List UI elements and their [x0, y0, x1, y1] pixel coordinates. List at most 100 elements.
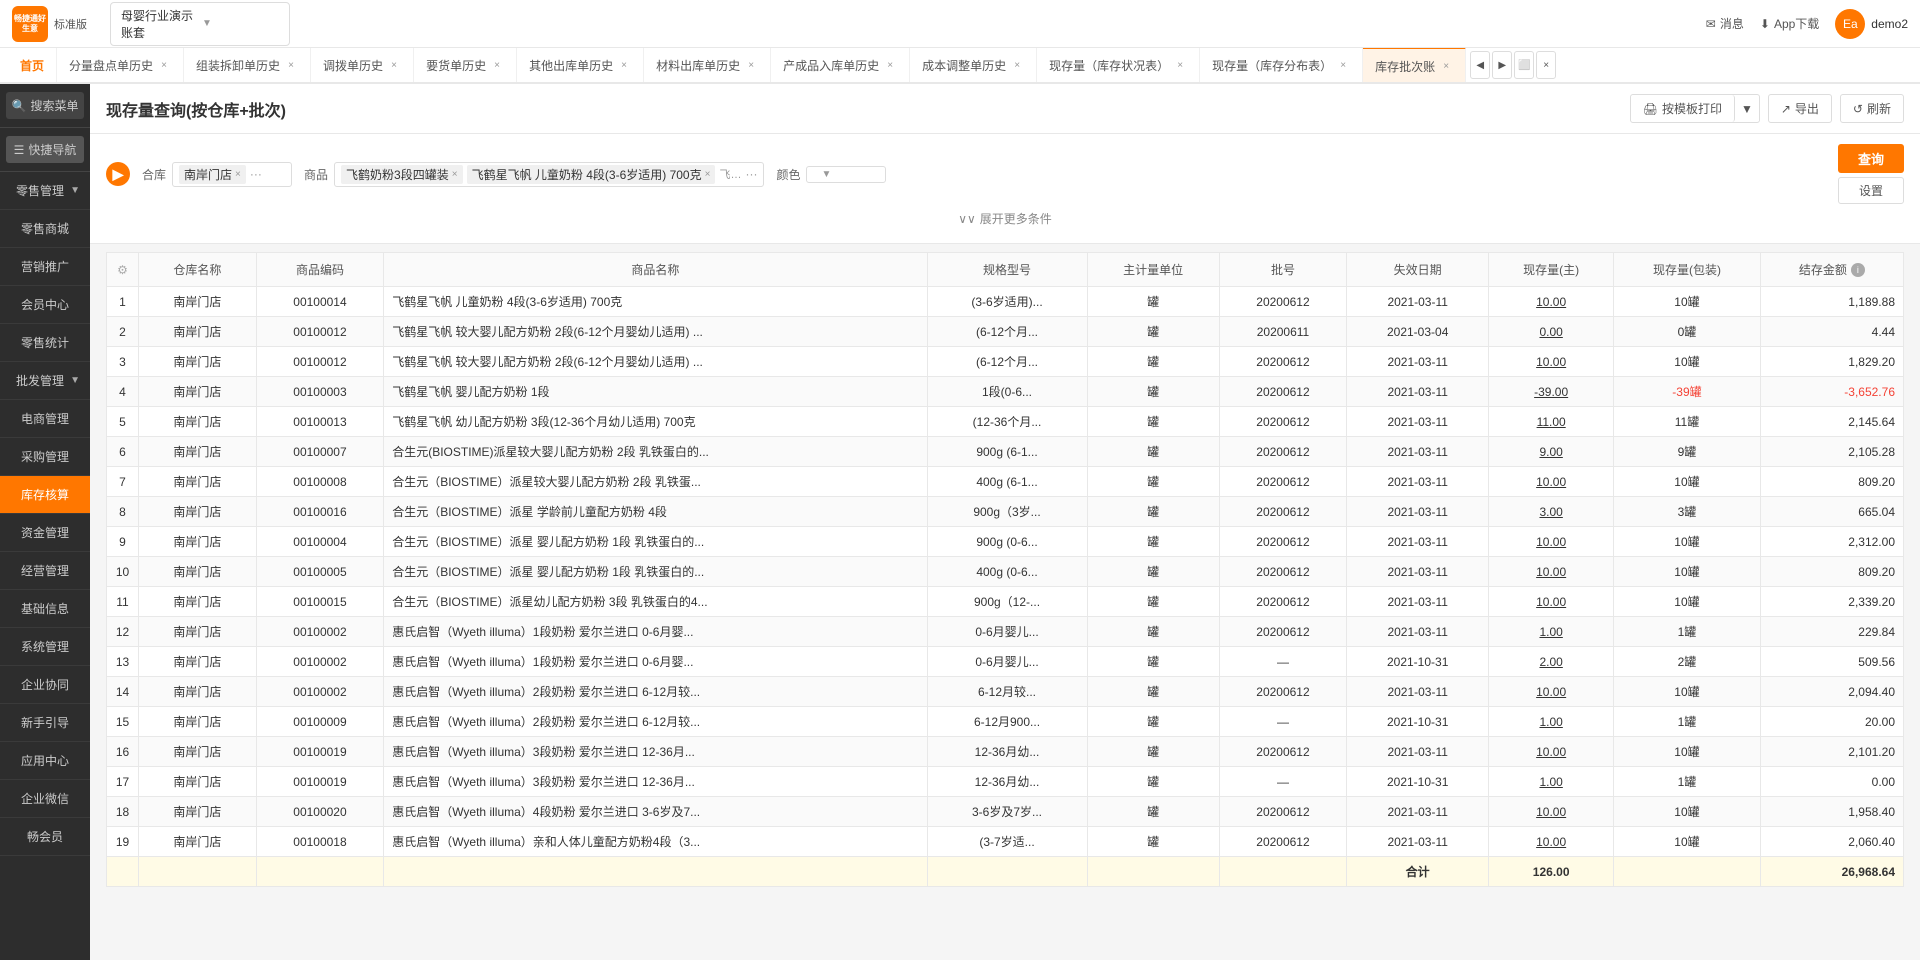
cell-qty[interactable]: 10.00 [1489, 827, 1614, 857]
tab-close-all[interactable]: × [1536, 51, 1556, 79]
tab-chancheng-close[interactable]: × [883, 58, 897, 72]
tab-diaopo-close[interactable]: × [387, 58, 401, 72]
tab-prev-arrow[interactable]: ◀ [1470, 51, 1490, 79]
tab-qita-close[interactable]: × [617, 58, 631, 72]
sidebar-item-weixin[interactable]: 企业微信 [0, 780, 90, 818]
tab-yaohuo[interactable]: 要货单历史 × [414, 48, 517, 83]
template-print-dropdown[interactable]: ▼ [1735, 97, 1759, 121]
cell-qty[interactable]: 2.00 [1489, 647, 1614, 677]
tab-kupi[interactable]: 库存批次账 × [1363, 48, 1466, 83]
cell-name: 飞鹤星飞帆 幼儿配方奶粉 3段(12-36个月幼儿适用) 700克 [384, 407, 927, 437]
sidebar-item-qiye[interactable]: 企业协同 [0, 666, 90, 704]
cell-qty[interactable]: 3.00 [1489, 497, 1614, 527]
col-settings[interactable]: ⚙ [107, 253, 139, 287]
cell-qty[interactable]: 1.00 [1489, 767, 1614, 797]
product-tag-container[interactable]: 飞鹤奶粉3段四罐装 × 飞鹤星飞帆 儿童奶粉 4段(3-6岁适用) 700克 ×… [334, 162, 764, 187]
tab-diaopo[interactable]: 调拨单历史 × [311, 48, 414, 83]
workspace-selector[interactable]: 母婴行业演示账套 ▼ [110, 2, 290, 46]
cell-qty[interactable]: 10.00 [1489, 737, 1614, 767]
cell-unit: 罐 [1087, 707, 1219, 737]
cell-no: 19 [107, 827, 139, 857]
cell-spec: (6-12个月... [927, 347, 1087, 377]
tab-xiancun2-close[interactable]: × [1336, 58, 1350, 72]
sidebar-item-dianshang[interactable]: 电商管理 [0, 400, 90, 438]
sidebar-item-jichu[interactable]: 基础信息 [0, 590, 90, 628]
template-print-button[interactable]: 🖨 按模板打印 [1631, 95, 1735, 122]
sidebar-item-lingshol[interactable]: 零售管理 ▼ [0, 172, 90, 210]
filter-expand-button[interactable]: ▶ [106, 162, 130, 186]
cell-qty[interactable]: 10.00 [1489, 287, 1614, 317]
quick-nav-button[interactable]: ☰ 快捷导航 [6, 136, 84, 163]
cell-amount: 229.84 [1760, 617, 1903, 647]
cell-qty[interactable]: 10.00 [1489, 347, 1614, 377]
cell-qty[interactable]: 1.00 [1489, 617, 1614, 647]
settings-icon[interactable]: ⚙ [115, 262, 131, 278]
sidebar-item-shangcheng[interactable]: 零售商城 [0, 210, 90, 248]
sidebar-item-zijin[interactable]: 资金管理 [0, 514, 90, 552]
cell-qty[interactable]: -39.00 [1489, 377, 1614, 407]
cell-qty[interactable]: 9.00 [1489, 437, 1614, 467]
query-button[interactable]: 查询 [1838, 144, 1904, 173]
cell-warehouse: 南岸门店 [139, 347, 257, 377]
color-filter-container[interactable]: ▼ [806, 166, 886, 183]
tab-yaohuo-close[interactable]: × [490, 58, 504, 72]
amount-info-icon[interactable]: i [1851, 263, 1865, 277]
sidebar-item-lingshototnji[interactable]: 零售统计 [0, 324, 90, 362]
cell-spec: (6-12个月... [927, 317, 1087, 347]
cell-qty[interactable]: 1.00 [1489, 707, 1614, 737]
search-menu-button[interactable]: 🔍 搜索菜单 [6, 92, 84, 119]
cell-amount: 4.44 [1760, 317, 1903, 347]
sidebar-item-caigou[interactable]: 采购管理 [0, 438, 90, 476]
export-button[interactable]: ↗ 导出 [1768, 94, 1832, 123]
tab-zuzhuang-close[interactable]: × [284, 58, 298, 72]
refresh-button[interactable]: ↺ 刷新 [1840, 94, 1904, 123]
sidebar-item-pifa[interactable]: 批发管理 ▼ [0, 362, 90, 400]
tab-xiancun1[interactable]: 现存量（库存状况表） × [1037, 48, 1200, 83]
filter-more-toggle[interactable]: ∨∨ 展开更多条件 [106, 204, 1904, 233]
tab-next-arrow[interactable]: ▶ [1492, 51, 1512, 79]
cell-qty[interactable]: 10.00 [1489, 527, 1614, 557]
tab-chancheng[interactable]: 产成品入库单历史 × [771, 48, 910, 83]
message-action[interactable]: ✉ 消息 [1706, 15, 1744, 32]
product-dots[interactable]: ··· [745, 167, 757, 181]
sidebar-item-huiyuan[interactable]: 会员中心 [0, 286, 90, 324]
cell-qty[interactable]: 0.00 [1489, 317, 1614, 347]
sidebar-item-xinshou[interactable]: 新手引导 [0, 704, 90, 742]
sidebar-item-xitong[interactable]: 系统管理 [0, 628, 90, 666]
workspace-name: 母婴行业演示账套 [121, 7, 198, 41]
tab-zuzhuang[interactable]: 组装拆卸单历史 × [184, 48, 311, 83]
warehouse-tag-container[interactable]: 南岸门店 × ··· [172, 162, 292, 187]
tab-kupi-close[interactable]: × [1439, 59, 1453, 73]
tab-chengben-close[interactable]: × [1010, 58, 1024, 72]
cell-qty[interactable]: 10.00 [1489, 557, 1614, 587]
cell-qty[interactable]: 10.00 [1489, 677, 1614, 707]
app-download-action[interactable]: ⬇ App下载 [1760, 15, 1819, 32]
tab-cailiao-close[interactable]: × [744, 58, 758, 72]
tab-xiancun2[interactable]: 现存量（库存分布表） × [1200, 48, 1363, 83]
product-tag-1-remove[interactable]: × [452, 169, 458, 180]
tab-restore[interactable]: ⬜ [1514, 51, 1534, 79]
cell-qty[interactable]: 11.00 [1489, 407, 1614, 437]
tab-chengben[interactable]: 成本调整单历史 × [910, 48, 1037, 83]
sidebar-item-jingying[interactable]: 经营管理 [0, 552, 90, 590]
message-label: 消息 [1720, 15, 1744, 32]
warehouse-dots[interactable]: ··· [250, 167, 262, 181]
sidebar-item-changhui[interactable]: 畅会员 [0, 818, 90, 856]
tab-xiancun1-close[interactable]: × [1173, 58, 1187, 72]
setting-button[interactable]: 设置 [1838, 177, 1904, 204]
sidebar-item-kucun[interactable]: 库存核算 [0, 476, 90, 514]
tab-fenliang[interactable]: 分量盘点单历史 × [57, 48, 184, 83]
tab-fenliang-close[interactable]: × [157, 58, 171, 72]
cell-qty[interactable]: 10.00 [1489, 587, 1614, 617]
sidebar-item-yingxiao[interactable]: 营销推广 [0, 248, 90, 286]
warehouse-tag-remove[interactable]: × [235, 169, 241, 180]
product-tag-2-remove[interactable]: × [705, 169, 711, 180]
cell-qty[interactable]: 10.00 [1489, 467, 1614, 497]
user-area[interactable]: Ea demo2 [1835, 9, 1908, 39]
tab-cailiao[interactable]: 材料出库单历史 × [644, 48, 771, 83]
tab-qita[interactable]: 其他出库单历史 × [517, 48, 644, 83]
app-icon: ⬇ [1760, 17, 1770, 31]
tab-home[interactable]: 首页 [8, 48, 57, 83]
cell-qty[interactable]: 10.00 [1489, 797, 1614, 827]
sidebar-item-yingyong[interactable]: 应用中心 [0, 742, 90, 780]
